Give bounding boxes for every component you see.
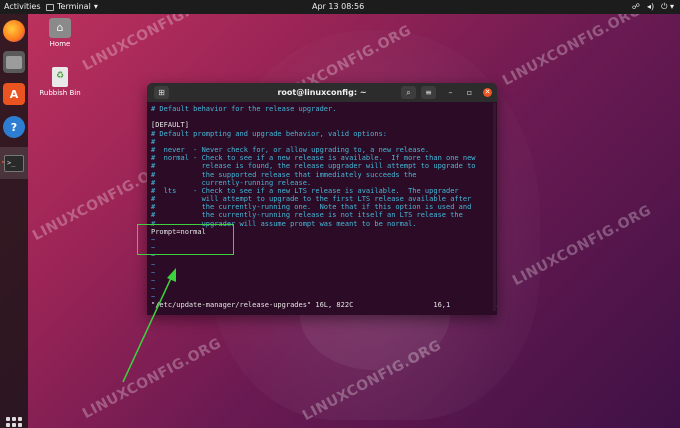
- rubbish-bin-icon[interactable]: Rubbish Bin: [35, 67, 85, 97]
- terminal-line: # never - Never check for, or allow upgr…: [151, 145, 430, 154]
- file-lines: # Default behavior for the release upgra…: [151, 105, 493, 302]
- terminal-line: ~: [151, 285, 156, 294]
- terminal-line: # normal - Check to see if a new release…: [151, 154, 476, 163]
- home-icon: [49, 18, 71, 38]
- terminal-line: # Default prompting and upgrade behavior…: [151, 129, 388, 138]
- menu-icon[interactable]: ≡: [421, 86, 436, 99]
- terminal-line: #: [151, 137, 156, 146]
- help-icon[interactable]: ?: [3, 116, 25, 138]
- terminal-line: [DEFAULT]: [151, 121, 189, 130]
- terminal-line: ~: [151, 276, 156, 285]
- rubbish-bin-label: Rubbish Bin: [39, 89, 81, 97]
- search-icon[interactable]: ⌕: [401, 86, 416, 99]
- terminal-line: ~: [151, 260, 156, 269]
- terminal-line: # will attempt to upgrade to the first L…: [151, 195, 472, 204]
- highlight-box: [137, 224, 234, 255]
- top-bar: Activities Terminal ▾ Apr 13 08:56 ☍ ◂) …: [0, 0, 680, 14]
- terminal-line: # release is found, the release upgrader…: [151, 162, 476, 171]
- terminal-line: ~: [151, 268, 156, 277]
- watermark: LINUXCONFIG.ORG: [80, 335, 225, 423]
- vim-status-line: "/etc/update-manager/release-upgrades" 1…: [151, 300, 497, 309]
- terminal-content[interactable]: # Default behavior for the release upgra…: [147, 102, 497, 315]
- watermark: LINUXCONFIG.ORG: [500, 2, 645, 90]
- software-icon[interactable]: A: [3, 83, 25, 105]
- trash-icon: [52, 67, 68, 87]
- terminal-line: # the currently-running release is not i…: [151, 211, 463, 220]
- terminal-line: # lts - Check to see if a new LTS releas…: [151, 186, 459, 195]
- clock[interactable]: Apr 13 08:56: [312, 0, 364, 14]
- terminal-line: # Default behavior for the release upgra…: [151, 105, 337, 113]
- system-tray[interactable]: ☍ ◂) ⏻ ▾: [632, 0, 674, 14]
- app-menu-button[interactable]: Terminal ▾: [46, 0, 98, 14]
- app-name-label: Terminal: [57, 2, 91, 11]
- terminal-line: # the supported release that immediately…: [151, 170, 417, 179]
- maximize-icon[interactable]: ▫: [465, 88, 474, 97]
- terminal-line: # the currently-running one. Note that i…: [151, 203, 472, 212]
- terminal-icon[interactable]: >_: [0, 147, 28, 179]
- home-label: Home: [49, 40, 71, 48]
- terminal-small-icon: [46, 3, 54, 11]
- window-title: root@linuxconfig: ~: [277, 88, 367, 97]
- files-icon[interactable]: [3, 51, 25, 73]
- network-icon[interactable]: ☍: [632, 0, 640, 14]
- volume-icon[interactable]: ◂): [647, 0, 654, 14]
- home-folder-icon[interactable]: Home: [35, 18, 85, 48]
- power-icon[interactable]: ⏻ ▾: [661, 0, 674, 14]
- chevron-down-icon: ▾: [93, 2, 98, 11]
- terminal-line: # currently-running release.: [151, 178, 312, 187]
- minimize-icon[interactable]: –: [446, 88, 455, 97]
- firefox-icon[interactable]: [3, 20, 25, 42]
- scrollbar[interactable]: [493, 103, 496, 311]
- running-indicator: [2, 161, 4, 163]
- terminal-window[interactable]: ⊞ root@linuxconfig: ~ ⌕ ≡ – ▫ ✕ # Defaul…: [147, 83, 497, 315]
- terminal-header[interactable]: ⊞ root@linuxconfig: ~ ⌕ ≡ – ▫ ✕: [147, 83, 497, 102]
- show-apps-icon[interactable]: [6, 417, 22, 428]
- dock: A ? >_: [0, 14, 28, 428]
- close-icon[interactable]: ✕: [483, 88, 492, 97]
- activities-button[interactable]: Activities: [4, 0, 41, 14]
